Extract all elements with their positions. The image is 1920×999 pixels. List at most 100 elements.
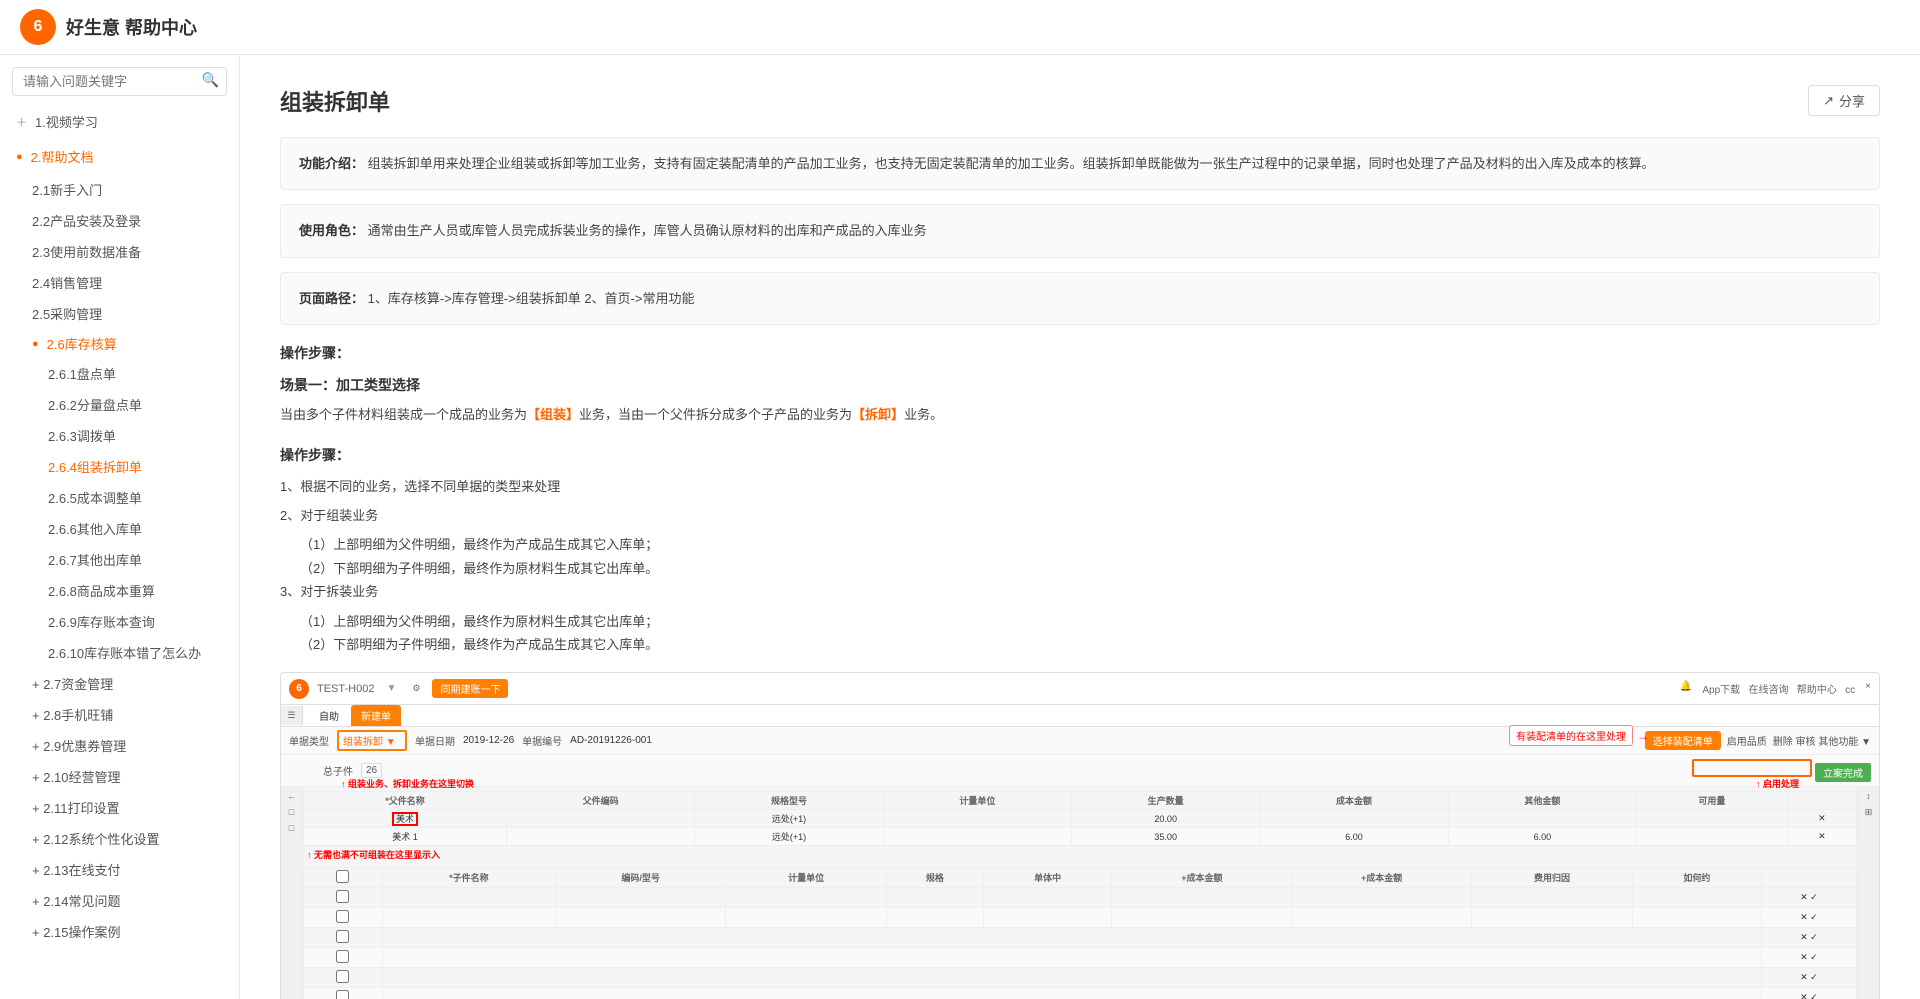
confirm-btn[interactable]: 立案完成 <box>1815 763 1871 782</box>
td-qty-1: 20.00 <box>1072 810 1260 828</box>
child-row-action-5[interactable]: ✕ ✓ <box>1800 972 1818 982</box>
table-row: ✕ ✓ <box>304 888 1857 908</box>
intro-label: 功能介绍： <box>299 156 364 171</box>
td-act-2: ✕ <box>1787 828 1856 846</box>
td-ca-4: ✕ ✓ <box>1761 948 1856 968</box>
child-row-action-3[interactable]: ✕ ✓ <box>1800 932 1818 942</box>
sidebar-item-inventory-label: 2.6库存核算 <box>47 334 117 353</box>
sidebar-item-coupon[interactable]: + 2.9优惠券管理 <box>32 730 239 761</box>
search-button[interactable]: 🔍 <box>202 71 219 88</box>
app-nav-tabs: ☰ 自助 新建单 <box>281 705 1879 727</box>
sample-input[interactable] <box>1692 759 1812 777</box>
app-logo: 6 <box>289 679 309 699</box>
sidebar-item-stocktake[interactable]: 2.6.1盘点单 <box>32 358 239 389</box>
child-row-action-1[interactable]: ✕ ✓ <box>1800 892 1818 902</box>
sidebar-item-mobile[interactable]: + 2.8手机旺铺 <box>32 699 239 730</box>
total-sub-label: 总子件 <box>323 763 353 778</box>
screenshot-container: 6 TEST-H002 ▼ ⚙ 同期建账一下 🔔 App下载 在线咨询 帮助中心… <box>280 672 1880 999</box>
sidebar-item-transfer[interactable]: 2.6.3调拨单 <box>32 420 239 451</box>
assembly-list-btn[interactable]: 选择装配清单 <box>1645 731 1721 750</box>
th-check <box>304 868 383 888</box>
sidebar-item-other-out[interactable]: 2.6.7其他出库单 <box>32 544 239 575</box>
td-ca-5: ✕ ✓ <box>1761 968 1856 988</box>
annotation-assembly-text: 有装配清单的在这里处理 <box>1509 725 1633 746</box>
tab-home[interactable]: 自助 <box>309 705 349 726</box>
tab-new[interactable]: 新建单 <box>351 705 401 726</box>
sidebar-item-payment[interactable]: + 2.13在线支付 <box>32 854 239 885</box>
row-check-1[interactable] <box>336 890 349 903</box>
row-check-5[interactable] <box>336 970 349 983</box>
parent-name-input[interactable]: 美术 <box>392 812 418 826</box>
sidebar-item-data-prep[interactable]: 2.3使用前数据准备 <box>32 236 239 267</box>
docs-subnav: 2.1新手入门 2.2产品安装及登录 2.3使用前数据准备 2.4销售管理 2.… <box>0 174 239 947</box>
child-row-action-2[interactable]: ✕ ✓ <box>1800 912 1818 922</box>
row-check-4[interactable] <box>336 950 349 963</box>
th-unit: 计量单位 <box>883 792 1071 810</box>
toolbar-area: 单据类型 组装拆卸 ▼ 单据日期 2019-12-26 单据编号 AD-2019… <box>281 727 1879 755</box>
step-2-2: （2）下部明细为子件明细，最终作为原材料生成其它出库单。 <box>300 557 1880 580</box>
table-row: ✕ ✓ <box>304 928 1857 948</box>
child-row-action-4[interactable]: ✕ ✓ <box>1800 952 1818 962</box>
sidebar-item-cases[interactable]: + 2.15操作案例 <box>32 916 239 947</box>
table-row: 美术 远处(+1) 20.00 ✕ <box>304 810 1857 828</box>
app-tabs-row: 自助 新建单 <box>303 705 1879 726</box>
sidebar-item-inventory[interactable]: ● 2.6库存核算 <box>32 329 239 358</box>
sidebar-item-inventory-fix[interactable]: 2.6.10库存账本错了怎么办 <box>32 637 239 668</box>
sidebar-item-cost-recalc[interactable]: 2.6.8商品成本重算 <box>32 575 239 606</box>
search-input[interactable] <box>12 67 227 96</box>
td-empty-4 <box>382 948 1761 968</box>
sidebar-item-faq[interactable]: + 2.14常见问题 <box>32 885 239 916</box>
td-empty-3 <box>382 928 1761 948</box>
type-label: 单据类型 <box>289 733 329 748</box>
role-label: 使用角色： <box>299 223 364 238</box>
sidebar-item-assembly[interactable]: 2.6.4组装拆卸单 <box>32 451 239 482</box>
sidebar-item-video[interactable]: ＋ 1.视频学习 <box>0 104 239 139</box>
select-all-check[interactable] <box>336 870 349 883</box>
table-row: ✕ ✓ <box>304 988 1857 999</box>
sidebar-item-inventory-ledger[interactable]: 2.6.9库存账本查询 <box>32 606 239 637</box>
steps-sub-title: 操作步骤： <box>280 445 1880 465</box>
close-icon[interactable]: × <box>1865 681 1871 696</box>
sidebar-item-newbie[interactable]: 2.1新手入门 <box>32 174 239 205</box>
row-action-icon[interactable]: ✕ <box>1818 813 1826 823</box>
sidebar-item-other-in[interactable]: 2.6.6其他入库单 <box>32 513 239 544</box>
row-check-3[interactable] <box>336 930 349 943</box>
td-other-2: 6.00 <box>1448 828 1636 846</box>
td-cost2-2 <box>1292 908 1472 928</box>
annotation-bottom-text: ↑ 无需也满不可组装在这里显示入 <box>307 850 440 860</box>
td-how-1 <box>1633 888 1762 908</box>
info-block-path: 页面路径： 1、库存核算->库存管理->组装拆卸单 2、首页->常用功能 <box>280 272 1880 325</box>
td-cq-1 <box>887 888 984 908</box>
row-check-6[interactable] <box>336 990 349 999</box>
row-check-2[interactable] <box>336 910 349 923</box>
sidebar-item-ops[interactable]: + 2.10经营管理 <box>32 761 239 792</box>
td-ca-2: ✕ ✓ <box>1761 908 1856 928</box>
sidebar-item-cost-adj[interactable]: 2.6.5成本调整单 <box>32 482 239 513</box>
table-row: ✕ ✓ <box>304 948 1857 968</box>
td-cs-1 <box>983 888 1112 908</box>
th-child-fee: 费用归因 <box>1472 868 1633 888</box>
inventory-subnav: 2.6.1盘点单 2.6.2分量盘点单 2.6.3调拨单 2.6.4组装拆卸单 … <box>32 358 239 668</box>
sidebar-item-docs[interactable]: ● 2.帮助文档 <box>0 139 239 174</box>
td-sel-5 <box>304 968 383 988</box>
app-setup-btn[interactable]: 同期建账一下 <box>432 679 508 698</box>
sidebar-item-sales[interactable]: 2.4销售管理 <box>32 267 239 298</box>
search-box: 🔍 <box>0 55 239 104</box>
sidebar-item-purchase[interactable]: 2.5采购管理 <box>32 298 239 329</box>
th-qty: 生产数量 <box>1072 792 1260 810</box>
share-button[interactable]: ↗ 分享 <box>1808 85 1880 116</box>
child-table: *子件名称 编码/型号 计量单位 规格 单体中 +成本金额 +成本金额 费用归因… <box>303 867 1857 999</box>
row-action-icon-2[interactable]: ✕ <box>1818 831 1826 841</box>
child-row-action-6[interactable]: ✕ ✓ <box>1800 992 1818 999</box>
td-cost-1 <box>1260 810 1448 828</box>
sidebar-item-finance[interactable]: + 2.7资金管理 <box>32 668 239 699</box>
td-spec-1: 远处(+1) <box>695 810 883 828</box>
type-select[interactable]: 组装拆卸 ▼ <box>337 730 407 751</box>
th-child-action <box>1761 868 1856 888</box>
sidebar-item-print[interactable]: + 2.11打印设置 <box>32 792 239 823</box>
sidebar-item-custom[interactable]: + 2.12系统个性化设置 <box>32 823 239 854</box>
th-parent-code: 父件编码 <box>506 792 694 810</box>
sidebar-item-partial-stocktake[interactable]: 2.6.2分量盘点单 <box>32 389 239 420</box>
td-cost-2: 6.00 <box>1260 828 1448 846</box>
sidebar-item-install[interactable]: 2.2产品安装及登录 <box>32 205 239 236</box>
